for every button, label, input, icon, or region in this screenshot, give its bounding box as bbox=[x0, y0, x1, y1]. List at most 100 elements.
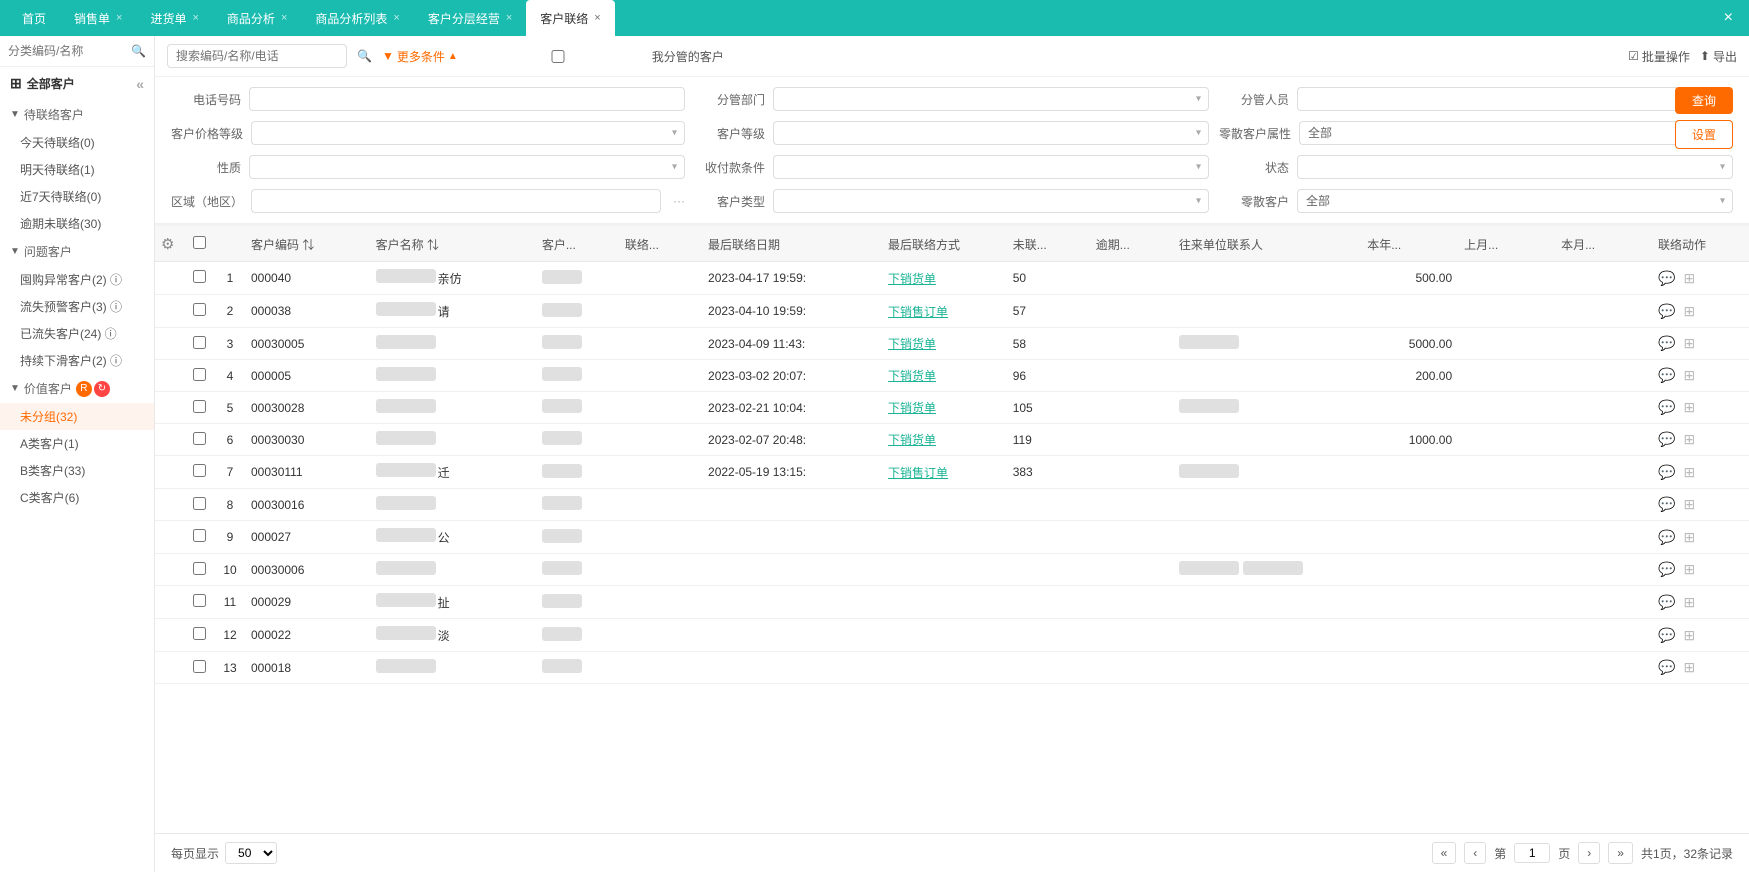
status-select[interactable] bbox=[1297, 155, 1733, 179]
my-customers-checkbox-label[interactable]: 我分管的客户 bbox=[468, 48, 724, 65]
grid-action-icon[interactable]: ⊞ bbox=[1683, 561, 1695, 578]
zero-attr-select[interactable]: 全部 bbox=[1299, 121, 1733, 145]
row-select-checkbox[interactable] bbox=[193, 432, 206, 445]
grid-action-icon[interactable]: ⊞ bbox=[1683, 431, 1695, 448]
row-code[interactable]: 00030111 bbox=[245, 456, 370, 489]
grid-action-icon[interactable]: ⊞ bbox=[1683, 270, 1695, 287]
row-code[interactable]: 00030005 bbox=[245, 328, 370, 360]
last-method-link[interactable]: 下销货单 bbox=[888, 337, 936, 351]
row-code[interactable]: 000018 bbox=[245, 652, 370, 684]
sidebar-item-7days-pending[interactable]: 近7天待联络(0) bbox=[0, 183, 154, 210]
row-select-checkbox[interactable] bbox=[193, 400, 206, 413]
search-input[interactable] bbox=[167, 44, 347, 68]
message-icon[interactable]: 💬 bbox=[1658, 367, 1675, 384]
customer-type-select[interactable] bbox=[773, 189, 1209, 213]
sidebar-item-class-b[interactable]: B类客户(33) bbox=[0, 457, 154, 484]
zero-customer-select[interactable]: 全部 bbox=[1297, 189, 1733, 213]
tab-customer-ops[interactable]: 客户分层经营 × bbox=[414, 0, 526, 36]
row-last-method[interactable]: 下销售订单 bbox=[882, 295, 1007, 328]
row-last-method[interactable]: 下销货单 bbox=[882, 328, 1007, 360]
row-last-method[interactable]: 下销售订单 bbox=[882, 456, 1007, 489]
row-select-checkbox[interactable] bbox=[193, 464, 206, 477]
row-code[interactable]: 000005 bbox=[245, 360, 370, 392]
row-checkbox[interactable] bbox=[187, 262, 215, 295]
col-name[interactable]: 客户名称 ⇅ bbox=[370, 227, 536, 262]
sidebar-collapse-button[interactable]: « bbox=[136, 76, 144, 92]
grid-action-icon[interactable]: ⊞ bbox=[1683, 303, 1695, 320]
customer-level-select[interactable] bbox=[773, 121, 1209, 145]
grid-action-icon[interactable]: ⊞ bbox=[1683, 335, 1695, 352]
message-icon[interactable]: 💬 bbox=[1658, 529, 1675, 546]
row-select-checkbox[interactable] bbox=[193, 562, 206, 575]
page-input[interactable] bbox=[1514, 843, 1550, 863]
message-icon[interactable]: 💬 bbox=[1658, 659, 1675, 676]
last-method-link[interactable]: 下销货单 bbox=[888, 272, 936, 286]
row-select-checkbox[interactable] bbox=[193, 270, 206, 283]
sidebar-search-icon[interactable]: 🔍 bbox=[131, 44, 146, 58]
row-checkbox[interactable] bbox=[187, 554, 215, 586]
row-checkbox[interactable] bbox=[187, 360, 215, 392]
row-checkbox[interactable] bbox=[187, 489, 215, 521]
row-checkbox[interactable] bbox=[187, 521, 215, 554]
grid-action-icon[interactable]: ⊞ bbox=[1683, 464, 1695, 481]
row-code[interactable]: 00030030 bbox=[245, 424, 370, 456]
grid-action-icon[interactable]: ⊞ bbox=[1683, 659, 1695, 676]
message-icon[interactable]: 💬 bbox=[1658, 594, 1675, 611]
message-icon[interactable]: 💬 bbox=[1658, 627, 1675, 644]
row-code[interactable]: 00030028 bbox=[245, 392, 370, 424]
row-code[interactable]: 000040 bbox=[245, 262, 370, 295]
next-page-button[interactable]: › bbox=[1578, 842, 1600, 864]
close-icon[interactable]: × bbox=[116, 12, 122, 24]
tab-sales[interactable]: 销售单 × bbox=[60, 0, 136, 36]
sidebar-section-problem[interactable]: ▼ 问题客户 bbox=[0, 237, 154, 266]
message-icon[interactable]: 💬 bbox=[1658, 303, 1675, 320]
sidebar-search-input[interactable] bbox=[8, 44, 127, 58]
close-icon[interactable]: × bbox=[192, 12, 198, 24]
sidebar-all-customers[interactable]: ⊞ 全部客户 « bbox=[0, 67, 154, 100]
col-checkbox[interactable] bbox=[187, 227, 215, 262]
row-checkbox[interactable] bbox=[187, 392, 215, 424]
row-last-method[interactable]: 下销货单 bbox=[882, 392, 1007, 424]
prev-page-button[interactable]: ‹ bbox=[1464, 842, 1486, 864]
close-icon[interactable]: × bbox=[393, 12, 399, 24]
row-last-method[interactable]: 下销货单 bbox=[882, 424, 1007, 456]
grid-action-icon[interactable]: ⊞ bbox=[1683, 594, 1695, 611]
close-icon[interactable]: × bbox=[281, 12, 287, 24]
batch-ops-button[interactable]: ☑ 批量操作 bbox=[1628, 48, 1690, 65]
row-select-checkbox[interactable] bbox=[193, 497, 206, 510]
row-last-method[interactable]: 下销货单 bbox=[882, 262, 1007, 295]
row-select-checkbox[interactable] bbox=[193, 627, 206, 640]
reset-button[interactable]: 设置 bbox=[1675, 120, 1733, 149]
sidebar-item-ungroup[interactable]: 未分组(32) bbox=[0, 403, 154, 430]
message-icon[interactable]: 💬 bbox=[1658, 335, 1675, 352]
col-code[interactable]: 客户编码 ⇅ bbox=[245, 227, 370, 262]
tab-goods-analysis-list[interactable]: 商品分析列表 × bbox=[301, 0, 413, 36]
phone-input[interactable] bbox=[249, 87, 685, 111]
row-select-checkbox[interactable] bbox=[193, 368, 206, 381]
select-all-checkbox[interactable] bbox=[193, 236, 206, 249]
last-method-link[interactable]: 下销货单 bbox=[888, 369, 936, 383]
grid-action-icon[interactable]: ⊞ bbox=[1683, 529, 1695, 546]
grid-action-icon[interactable]: ⊞ bbox=[1683, 367, 1695, 384]
sidebar-item-class-c[interactable]: C类客户(6) bbox=[0, 484, 154, 511]
row-code[interactable]: 00030006 bbox=[245, 554, 370, 586]
row-checkbox[interactable] bbox=[187, 652, 215, 684]
col-settings[interactable]: ⚙ bbox=[155, 227, 187, 262]
row-code[interactable]: 000038 bbox=[245, 295, 370, 328]
sidebar-item-lost[interactable]: 已流失客户(24) ⓘ bbox=[0, 320, 154, 347]
message-icon[interactable]: 💬 bbox=[1658, 561, 1675, 578]
tab-goods-analysis[interactable]: 商品分析 × bbox=[213, 0, 301, 36]
sidebar-section-value[interactable]: ▼ 价值客户 R ↻ bbox=[0, 374, 154, 403]
row-code[interactable]: 000022 bbox=[245, 619, 370, 652]
close-icon[interactable]: × bbox=[506, 12, 512, 24]
message-icon[interactable]: 💬 bbox=[1658, 464, 1675, 481]
per-page-select[interactable]: 50 bbox=[225, 842, 277, 864]
row-code[interactable]: 00030016 bbox=[245, 489, 370, 521]
row-checkbox[interactable] bbox=[187, 295, 215, 328]
row-select-checkbox[interactable] bbox=[193, 660, 206, 673]
first-page-button[interactable]: « bbox=[1432, 842, 1457, 864]
sidebar-section-pending[interactable]: ▼ 待联络客户 bbox=[0, 100, 154, 129]
message-icon[interactable]: 💬 bbox=[1658, 496, 1675, 513]
row-checkbox[interactable] bbox=[187, 328, 215, 360]
sidebar-item-class-a[interactable]: A类客户(1) bbox=[0, 430, 154, 457]
